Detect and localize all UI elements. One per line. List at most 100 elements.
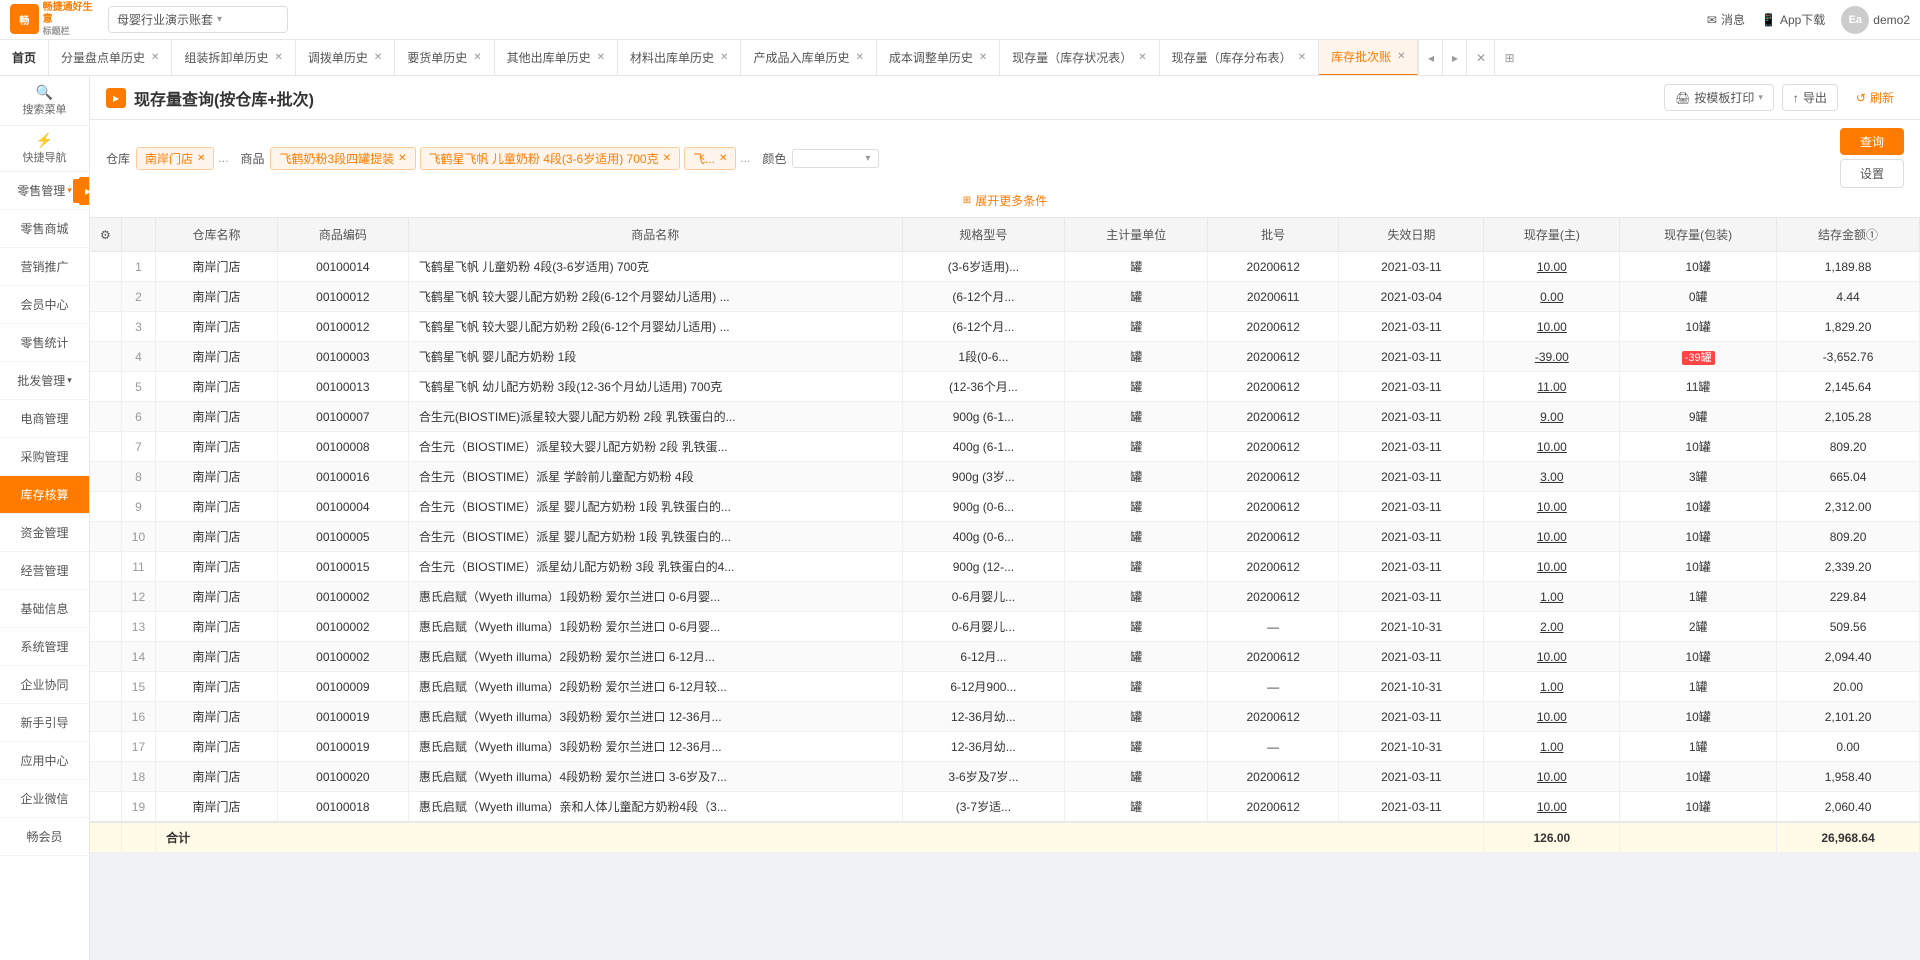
sidebar-item-app-center[interactable]: 应用中心 [0,742,89,780]
cell-qty-main[interactable]: 1.00 [1484,732,1620,762]
tab-5-close[interactable]: ✕ [597,52,605,63]
message-btn[interactable]: ✉ 消息 [1707,11,1745,28]
cell-qty-main[interactable]: 10.00 [1484,702,1620,732]
cell-qty-main[interactable]: 10.00 [1484,552,1620,582]
tab-7[interactable]: 产成品入库单历史 ✕ [741,40,876,76]
sidebar-item-vip[interactable]: 畅会员 [0,818,89,856]
tab-home[interactable]: 首页 [0,40,49,76]
tab-10-close[interactable]: ✕ [1298,52,1306,63]
cell-qty-main[interactable]: 1.00 [1484,672,1620,702]
cell-qty-main[interactable]: -39.00 [1484,342,1620,372]
product-tag-2[interactable]: 飞鹤星飞帆 儿童奶粉 4段(3-6岁适用) 700克 ✕ [420,147,680,170]
th-settings[interactable]: ⚙ [90,218,121,252]
cell-settings [90,432,121,462]
cell-code: 00100005 [277,522,408,552]
tab-8[interactable]: 成本调整单历史 ✕ [877,40,1000,76]
cell-unit: 罐 [1065,492,1208,522]
sidebar-item-operations[interactable]: 经营管理 [0,552,89,590]
table-row: 2 南岸门店 00100012 飞鹤星飞帆 较大婴儿配方奶粉 2段(6-12个月… [90,282,1920,312]
workspace-label: 母婴行业演示账套 [117,11,213,28]
tab-11[interactable]: 库存批次账 ✕ [1319,40,1418,76]
cell-qty-main[interactable]: 10.00 [1484,432,1620,462]
nav-arrow-right[interactable]: ▸ [1443,40,1467,76]
th-num [121,218,155,252]
cell-qty-main[interactable]: 2.00 [1484,612,1620,642]
tab-6[interactable]: 材料出库单历史 ✕ [618,40,741,76]
search-btn[interactable]: 查询 [1840,128,1904,155]
template-print-btn[interactable]: 🖨 按模板打印 ▾ [1664,84,1774,111]
sidebar-item-inventory[interactable]: 库存核算 [0,476,89,514]
tab-3[interactable]: 调拨单历史 ✕ [296,40,395,76]
cell-name: 合生元（BIOSTIME）派星 婴儿配方奶粉 1段 乳铁蛋白的... [408,492,902,522]
cell-qty-main[interactable]: 11.00 [1484,372,1620,402]
sidebar-item-retail-mgmt[interactable]: 零售管理 ▾ ▸ [0,172,89,210]
tab-4[interactable]: 要货单历史 ✕ [395,40,494,76]
cell-qty-main[interactable]: 3.00 [1484,462,1620,492]
expand-more-btn[interactable]: ⊞ 展开更多条件 [106,192,1904,209]
sidebar-item-wechat[interactable]: 企业微信 [0,780,89,818]
tab-2-close[interactable]: ✕ [274,52,282,63]
warehouse-tag-nanbank[interactable]: 南岸门店 ✕ [136,147,214,170]
sidebar-item-retail-stats[interactable]: 零售统计 [0,324,89,362]
cell-qty-main[interactable]: 10.00 [1484,252,1620,282]
tab-4-close[interactable]: ✕ [473,52,481,63]
cell-qty-main[interactable]: 10.00 [1484,642,1620,672]
sidebar-item-collab[interactable]: 企业协同 [0,666,89,704]
tab-9-close[interactable]: ✕ [1138,52,1146,63]
product-tag-1-close[interactable]: ✕ [398,153,406,164]
color-input[interactable]: ▾ [792,149,879,168]
product-tag-3[interactable]: 飞... ✕ [684,147,736,170]
workspace-selector[interactable]: 母婴行业演示账套 ▾ [108,6,288,33]
tab-3-close[interactable]: ✕ [374,52,382,63]
cell-qty-main[interactable]: 1.00 [1484,582,1620,612]
sidebar-item-finance[interactable]: 资金管理 [0,514,89,552]
tab-11-close[interactable]: ✕ [1397,51,1405,62]
tab-2[interactable]: 组装拆卸单历史 ✕ [172,40,295,76]
cell-settings [90,372,121,402]
sidebar-item-basics[interactable]: 基础信息 [0,590,89,628]
sidebar-item-retail-store[interactable]: 零售商城 [0,210,89,248]
cell-qty-main[interactable]: 10.00 [1484,792,1620,823]
cell-qty-main[interactable]: 9.00 [1484,402,1620,432]
product-tag-3-close[interactable]: ✕ [719,153,727,164]
tab-7-close[interactable]: ✕ [855,52,863,63]
cell-batch: — [1208,732,1339,762]
tab-9[interactable]: 现存量（库存状况表） ✕ [1000,40,1159,76]
cell-qty-main[interactable]: 10.00 [1484,312,1620,342]
nav-close-all[interactable]: ✕ [1467,40,1495,76]
refresh-btn[interactable]: ↺ 刷新 [1846,85,1904,110]
tab-1-close[interactable]: ✕ [151,52,159,63]
sidebar-quick-nav[interactable]: ⚡ 快捷导航 [0,126,89,172]
settings-btn[interactable]: 设置 [1840,159,1904,188]
nav-expand[interactable]: ⊞ [1495,40,1523,76]
sidebar-item-guide[interactable]: 新手引导 [0,704,89,742]
cell-settings [90,732,121,762]
sidebar-item-members[interactable]: 会员中心 [0,286,89,324]
user-area[interactable]: Ea demo2 [1841,6,1910,34]
expand-sidebar-btn[interactable]: ▸ [106,88,126,108]
tab-1[interactable]: 分量盘点单历史 ✕ [49,40,172,76]
cell-qty-main[interactable]: 10.00 [1484,762,1620,792]
product-tag-2-close[interactable]: ✕ [663,153,671,164]
orange-expand-arrow[interactable]: ▸ [79,177,90,205]
tab-6-close[interactable]: ✕ [720,52,728,63]
sidebar-item-marketing[interactable]: 营销推广 [0,248,89,286]
tab-8-close[interactable]: ✕ [979,52,987,63]
app-download-btn[interactable]: 📱 App下载 [1761,11,1825,28]
tab-5[interactable]: 其他出库单历史 ✕ [495,40,618,76]
cell-qty-main[interactable]: 10.00 [1484,522,1620,552]
sidebar-item-ecommerce[interactable]: 电商管理 [0,400,89,438]
export-btn[interactable]: ↑ 导出 [1782,84,1838,111]
sidebar-item-wholesale[interactable]: 批发管理 ▾ [0,362,89,400]
cell-qty-main[interactable]: 10.00 [1484,492,1620,522]
tab-10[interactable]: 现存量（库存分布表） ✕ [1160,40,1319,76]
product-tag-1[interactable]: 飞鹤奶粉3段四罐提装 ✕ [270,147,415,170]
sidebar-search[interactable]: 🔍 搜索菜单 [0,76,89,126]
sidebar-item-system[interactable]: 系统管理 [0,628,89,666]
cell-amount: 665.04 [1777,462,1920,492]
warehouse-tag-close[interactable]: ✕ [197,153,205,164]
sidebar-item-purchase[interactable]: 采购管理 [0,438,89,476]
nav-arrow-left[interactable]: ◂ [1419,40,1443,76]
cell-qty-main[interactable]: 0.00 [1484,282,1620,312]
cell-name: 惠氏启赋（Wyeth illuma）4段奶粉 爱尔兰进口 3-6岁及7... [408,762,902,792]
